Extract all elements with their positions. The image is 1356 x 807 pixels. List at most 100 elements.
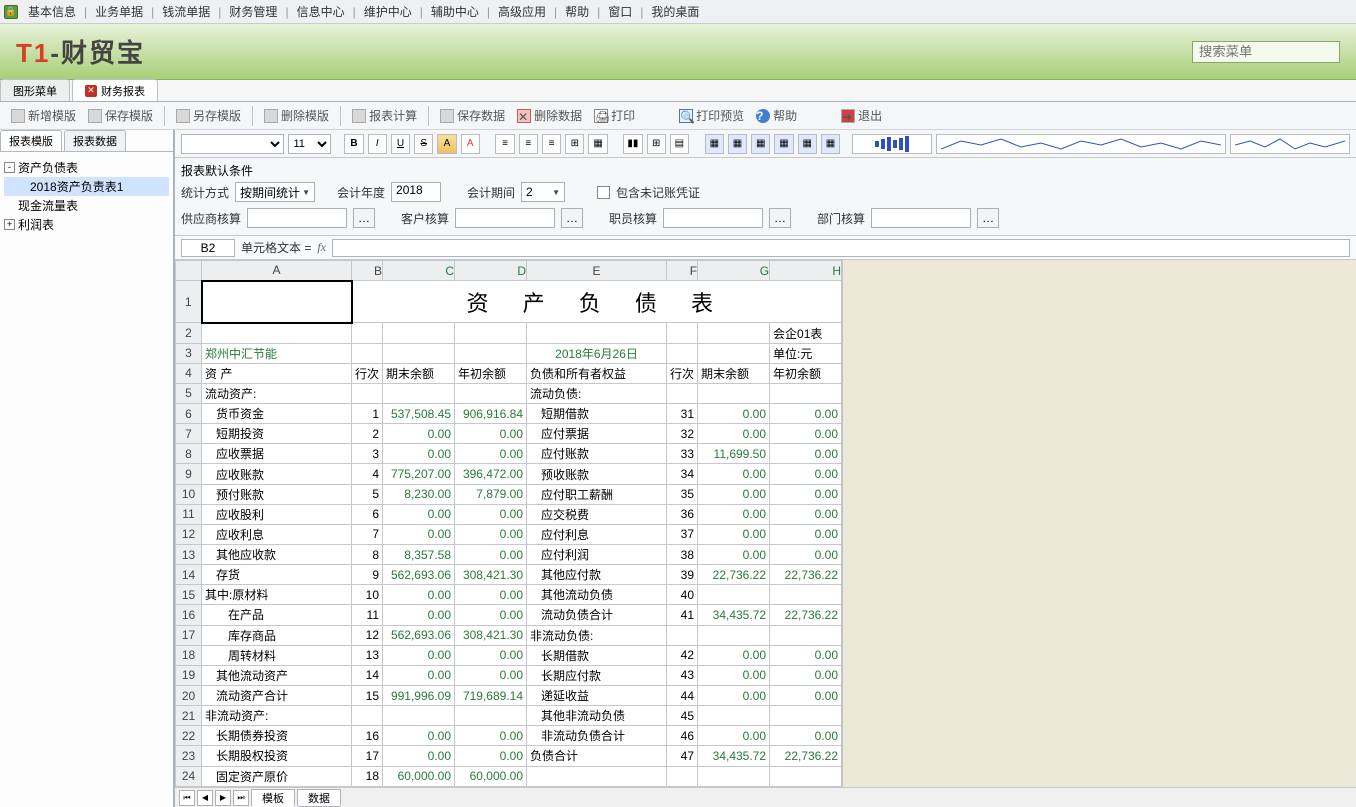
fiscal-period-select[interactable]: 2▼ [521,182,565,202]
menu-6[interactable]: 辅助中心 [427,5,483,19]
grid6-button[interactable]: ▦ [821,134,840,154]
table-row[interactable]: 16在产品110.000.00流动负债合计4134,435.7222,736.2… [176,605,842,625]
fill-color-button[interactable]: A [437,134,456,154]
supplier-input[interactable] [247,208,347,228]
tree-node-balance-sheet[interactable]: -资产负债表 [4,158,169,177]
table-row[interactable]: 17库存商品12562,693.06308,421.30非流动负债: [176,625,842,645]
fiscal-year-input[interactable]: 2018 [391,182,441,202]
grid3-button[interactable]: ▦ [751,134,770,154]
delete-data-button[interactable]: ✕删除数据 [512,105,587,126]
sheet-tab-data[interactable]: 数据 [297,789,341,807]
menu-1[interactable]: 业务单据 [91,5,147,19]
merge-cells-button[interactable]: ⊞ [565,134,584,154]
department-lookup-button[interactable]: … [977,208,999,228]
search-input[interactable] [1192,41,1340,63]
col-header-A[interactable]: A [202,261,352,281]
menu-3[interactable]: 财务管理 [225,5,281,19]
borders-button[interactable]: ▦ [588,134,607,154]
customer-lookup-button[interactable]: … [561,208,583,228]
grid2-button[interactable]: ▦ [728,134,747,154]
sheet-tab-template[interactable]: 模板 [251,789,295,807]
grid1-button[interactable]: ▦ [705,134,724,154]
table-row[interactable]: 18周转材料130.000.00长期借款420.000.00 [176,645,842,665]
delete-template-button[interactable]: 删除模版 [259,105,334,126]
menu-5[interactable]: 维护中心 [360,5,416,19]
corner-cell[interactable] [176,261,202,281]
close-icon[interactable]: ✕ [85,85,97,97]
saveas-template-button[interactable]: 另存模版 [171,105,246,126]
menu-4[interactable]: 信息中心 [293,5,349,19]
col-header-B[interactable]: B [352,261,383,281]
print-preview-button[interactable]: 🔍打印预览 [674,105,749,126]
table-row[interactable]: 10预付账款58,230.007,879.00应付职工薪酬350.000.00 [176,484,842,504]
tree-node-profit[interactable]: +利润表 [4,215,169,234]
table-row[interactable]: 15其中:原材料100.000.00其他流动负债40 [176,585,842,605]
chart-pie-button[interactable]: ▤ [670,134,689,154]
col-header-C[interactable]: C [383,261,455,281]
cell-ref-box[interactable]: B2 [181,239,235,257]
col-header-G[interactable]: G [698,261,770,281]
formula-input[interactable] [332,239,1350,257]
table-row[interactable]: 9应收账款4775,207.00396,472.00预收账款340.000.00 [176,464,842,484]
sidebar-tab-1[interactable]: 报表数据 [64,130,126,151]
help-button[interactable]: ?帮助 [751,105,802,126]
table-row[interactable]: 7短期投资20.000.00应付票据320.000.00 [176,424,842,444]
align-center-button[interactable]: ≡ [519,134,538,154]
table-row[interactable]: 21非流动资产:其他非流动负债45 [176,706,842,726]
menu-9[interactable]: 窗口 [604,5,636,19]
col-header-H[interactable]: H [770,261,842,281]
menu-10[interactable]: 我的桌面 [647,5,703,19]
grid5-button[interactable]: ▦ [798,134,817,154]
table-row[interactable]: 24固定资产原价1860,000.0060,000.00 [176,766,842,786]
chart-line-button[interactable]: ⊞ [647,134,666,154]
table-row[interactable]: 23长期股权投资170.000.00负债合计4734,435.7222,736.… [176,746,842,766]
employee-lookup-button[interactable]: … [769,208,791,228]
grid4-button[interactable]: ▦ [774,134,793,154]
sheet-nav-last[interactable]: ⏭ [233,790,249,806]
table-row[interactable]: 6货币资金1537,508.45906,916.84短期借款310.000.00 [176,404,842,424]
print-button[interactable]: 🖨打印 [589,105,640,126]
table-row[interactable]: 11应收股利60.000.00应交税费360.000.00 [176,504,842,524]
table-row[interactable]: 14存货9562,693.06308,421.30其他应付款3922,736.2… [176,565,842,585]
table-row[interactable]: 8应收票据30.000.00应付账款3311,699.500.00 [176,444,842,464]
menu-8[interactable]: 帮助 [561,5,593,19]
sheet-nav-next[interactable]: ▶ [215,790,231,806]
underline-button[interactable]: U [391,134,410,154]
table-row[interactable]: 22长期债券投资160.000.00非流动负债合计460.000.00 [176,726,842,746]
tree-node-cashflow[interactable]: 现金流量表 [4,196,169,215]
align-right-button[interactable]: ≡ [542,134,561,154]
employee-input[interactable] [663,208,763,228]
menu-7[interactable]: 高级应用 [494,5,550,19]
col-header-F[interactable]: F [667,261,698,281]
stat-method-select[interactable]: 按期间统计▼ [235,182,315,202]
calc-report-button[interactable]: 报表计算 [347,105,422,126]
font-family-select[interactable] [181,134,284,154]
table-row[interactable]: 5流动资产:流动负债: [176,383,842,403]
table-row[interactable]: 20流动资产合计15991,996.09719,689.14递延收益440.00… [176,685,842,705]
font-size-select[interactable]: 11 [288,134,330,154]
new-template-button[interactable]: 新增模版 [6,105,81,126]
fx-icon[interactable]: fx [317,240,326,255]
supplier-lookup-button[interactable]: … [353,208,375,228]
table-row[interactable]: 12应收利息70.000.00应付利息370.000.00 [176,524,842,544]
department-input[interactable] [871,208,971,228]
strike-button[interactable]: S [414,134,433,154]
font-color-button[interactable]: A [461,134,480,154]
col-header-E[interactable]: E [527,261,667,281]
menu-2[interactable]: 钱流单据 [158,5,214,19]
row-header-1[interactable]: 1 [176,281,202,323]
include-unposted-checkbox[interactable] [597,186,610,199]
save-data-button[interactable]: 保存数据 [435,105,510,126]
sheet-nav-prev[interactable]: ◀ [197,790,213,806]
sheet-title[interactable]: 资 产 负 债 表 [352,281,842,323]
cell-A1[interactable] [202,281,352,323]
tree-node-balance-2018[interactable]: 2018资产负责表1 [4,177,169,196]
sidebar-tab-0[interactable]: 报表模版 [0,130,62,151]
align-left-button[interactable]: ≡ [495,134,514,154]
doc-tab-1[interactable]: ✕财务报表 [72,79,158,101]
doc-tab-0[interactable]: 图形菜单 [0,79,70,101]
bold-button[interactable]: B [344,134,363,154]
spreadsheet-grid[interactable]: ABCDEFGH1资 产 负 债 表2会企01表3郑州中汇节能2018年6月26… [175,260,842,787]
menu-0[interactable]: 基本信息 [24,5,80,19]
chart-bar-button[interactable]: ▮▮ [623,134,642,154]
